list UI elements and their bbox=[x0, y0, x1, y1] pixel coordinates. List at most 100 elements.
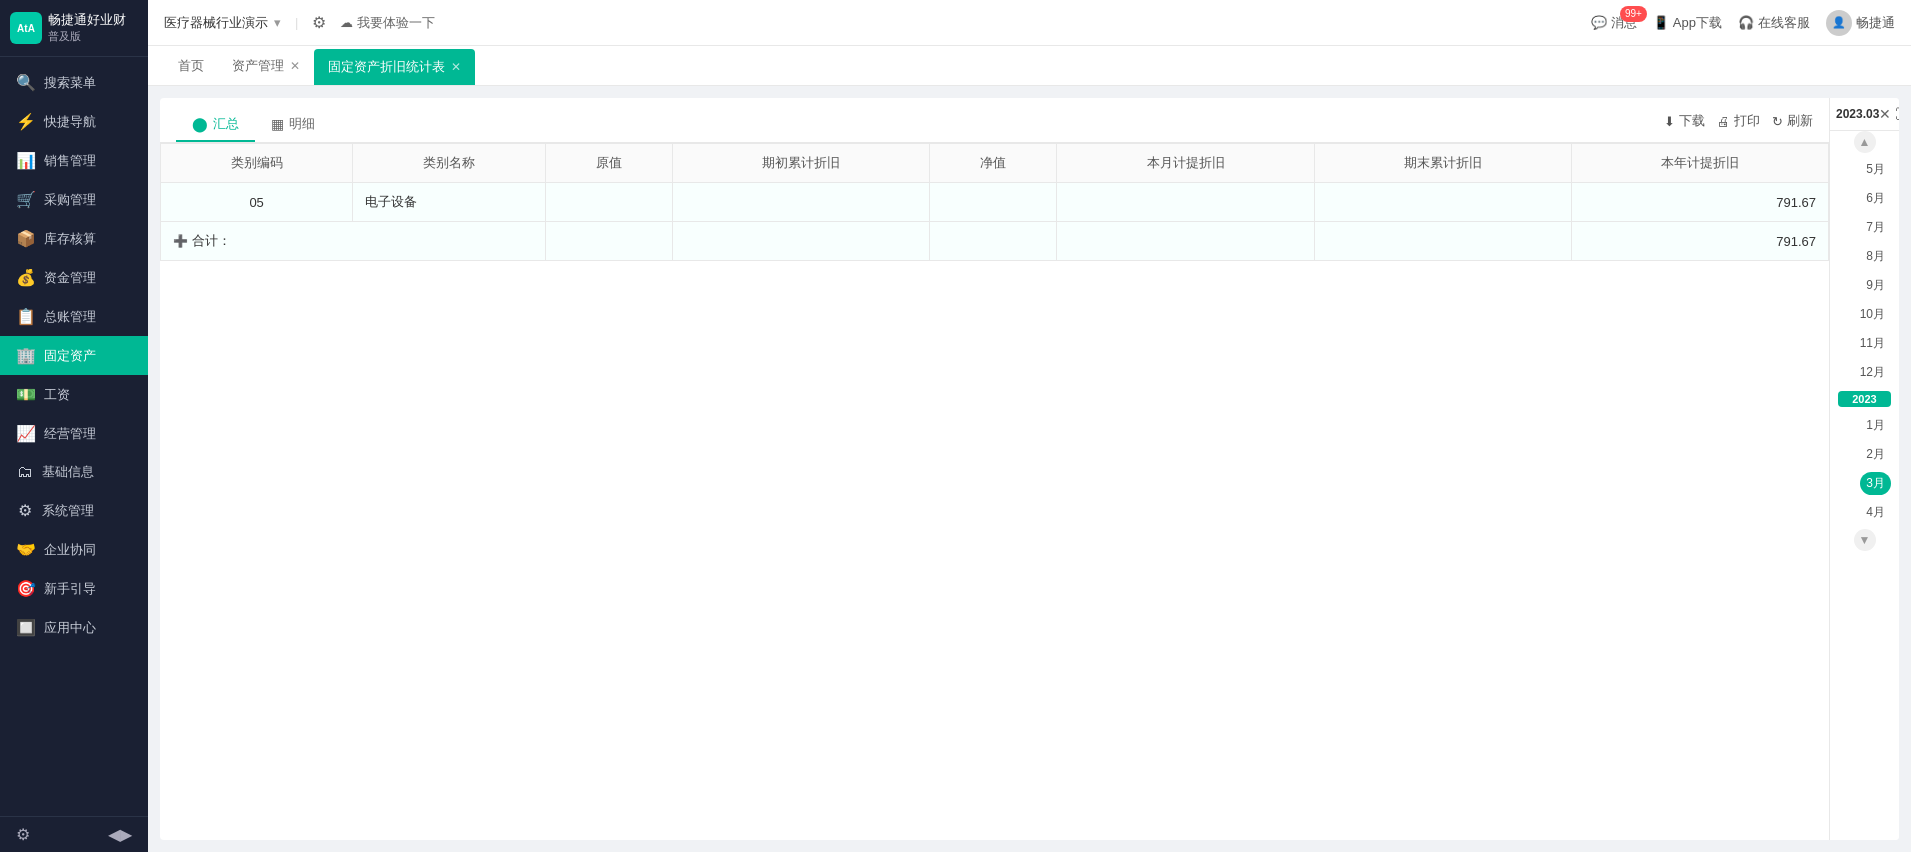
nav-icon-12: 🤝 bbox=[16, 540, 36, 559]
sum-net bbox=[930, 222, 1057, 261]
logo-area: AtA 畅捷通好业财 普及版 bbox=[0, 0, 148, 57]
col-code: 类别编码 bbox=[161, 144, 353, 183]
row-name: 电子设备 bbox=[353, 183, 545, 222]
dropdown-icon: ▾ bbox=[274, 15, 281, 30]
month-1[interactable]: 1月 bbox=[1830, 411, 1899, 440]
month-2[interactable]: 2月 bbox=[1830, 440, 1899, 469]
company-selector[interactable]: 医疗器械行业演示 ▾ bbox=[164, 14, 281, 32]
sidebar-item-系统管理[interactable]: ⚙ 系统管理 bbox=[0, 491, 148, 530]
row-end-accum bbox=[1314, 183, 1571, 222]
row-original bbox=[545, 183, 672, 222]
month-12[interactable]: 12月 bbox=[1830, 358, 1899, 387]
month-6[interactable]: 6月 bbox=[1830, 184, 1899, 213]
col-month-dep: 本月计提折旧 bbox=[1057, 144, 1314, 183]
month-7[interactable]: 7月 bbox=[1830, 213, 1899, 242]
app-download-btn[interactable]: 📱 App下载 bbox=[1653, 14, 1722, 32]
col-net: 净值 bbox=[930, 144, 1057, 183]
sidebar-item-库存核算[interactable]: 📦 库存核算 bbox=[0, 219, 148, 258]
col-init-accum: 期初累计折旧 bbox=[672, 144, 929, 183]
month-10[interactable]: 10月 bbox=[1830, 300, 1899, 329]
tab-home-label: 首页 bbox=[178, 57, 204, 75]
sum-end-accum bbox=[1314, 222, 1571, 261]
sidebar-item-搜索菜单[interactable]: 🔍 搜索菜单 bbox=[0, 63, 148, 102]
sidebar-item-快捷导航[interactable]: ⚡ 快捷导航 bbox=[0, 102, 148, 141]
scroll-up-btn[interactable]: ▲ bbox=[1854, 131, 1876, 153]
tab-asset-close[interactable]: ✕ bbox=[290, 59, 300, 73]
sidebar-item-应用中心[interactable]: 🔲 应用中心 bbox=[0, 608, 148, 647]
content-area: ⬤ 汇总 ▦ 明细 ⬇ 下载 🖨 打印 bbox=[160, 98, 1899, 840]
print-btn[interactable]: 🖨 打印 bbox=[1717, 112, 1760, 130]
nav-label-13: 新手引导 bbox=[44, 580, 96, 598]
date-panel-header: 2023.03 ✕ ⛶ bbox=[1830, 98, 1899, 131]
nav-icon-10: 🗂 bbox=[16, 463, 34, 481]
nav-label-8: 工资 bbox=[44, 386, 70, 404]
sum-label-cell: ➕ 合计： bbox=[161, 222, 546, 261]
nav-icon-11: ⚙ bbox=[16, 501, 34, 520]
sidebar-item-基础信息[interactable]: 🗂 基础信息 bbox=[0, 453, 148, 491]
topbar: 医疗器械行业演示 ▾ | ⚙ ☁ 我要体验一下 💬 消息 99+ 📱 App下载… bbox=[148, 0, 1911, 46]
active-month-label[interactable]: 3月 bbox=[1860, 472, 1891, 495]
sidebar-item-新手引导[interactable]: 🎯 新手引导 bbox=[0, 569, 148, 608]
nav-icon-0: 🔍 bbox=[16, 73, 36, 92]
nav-icon-14: 🔲 bbox=[16, 618, 36, 637]
month-8[interactable]: 8月 bbox=[1830, 242, 1899, 271]
nav-label-3: 采购管理 bbox=[44, 191, 96, 209]
month-9[interactable]: 9月 bbox=[1830, 271, 1899, 300]
col-name: 类别名称 bbox=[353, 144, 545, 183]
message-btn[interactable]: 💬 消息 99+ bbox=[1591, 14, 1637, 32]
sum-original bbox=[545, 222, 672, 261]
tab-detail[interactable]: ▦ 明细 bbox=[255, 108, 331, 142]
topbar-right: 💬 消息 99+ 📱 App下载 🎧 在线客服 👤 畅捷通 bbox=[1591, 10, 1895, 36]
settings-gear-icon[interactable]: ⚙ bbox=[312, 13, 326, 32]
sidebar-item-采购管理[interactable]: 🛒 采购管理 bbox=[0, 180, 148, 219]
tab-depreciation[interactable]: 固定资产折旧统计表 ✕ bbox=[314, 49, 475, 85]
expand-panel-icon[interactable]: ⛶ bbox=[1895, 106, 1899, 122]
summary-icon: ⬤ bbox=[192, 116, 208, 132]
month-3-active[interactable]: 3月 bbox=[1830, 469, 1899, 498]
refresh-btn[interactable]: ↻ 刷新 bbox=[1772, 112, 1813, 130]
sub-tabs: ⬤ 汇总 ▦ 明细 bbox=[176, 108, 331, 142]
nav-icon-7: 🏢 bbox=[16, 346, 36, 365]
user-area[interactable]: 👤 畅捷通 bbox=[1826, 10, 1895, 36]
table-panel: ⬤ 汇总 ▦ 明细 ⬇ 下载 🖨 打印 bbox=[160, 98, 1829, 840]
sidebar-nav: 🔍 搜索菜单⚡ 快捷导航📊 销售管理🛒 采购管理📦 库存核算💰 资金管理📋 总账… bbox=[0, 57, 148, 816]
month-11[interactable]: 11月 bbox=[1830, 329, 1899, 358]
sidebar-bottom: ⚙ ◀▶ bbox=[0, 816, 148, 852]
sidebar-item-企业协同[interactable]: 🤝 企业协同 bbox=[0, 530, 148, 569]
nav-icon-13: 🎯 bbox=[16, 579, 36, 598]
sidebar-item-经营管理[interactable]: 📈 经营管理 bbox=[0, 414, 148, 453]
row-init-accum bbox=[672, 183, 929, 222]
print-icon: 🖨 bbox=[1717, 114, 1730, 129]
nav-icon-9: 📈 bbox=[16, 424, 36, 443]
nav-icon-8: 💵 bbox=[16, 385, 36, 404]
sidebar-item-固定资产[interactable]: 🏢 固定资产 bbox=[0, 336, 148, 375]
experience-btn[interactable]: ☁ 我要体验一下 bbox=[340, 14, 435, 32]
tab-depreciation-close[interactable]: ✕ bbox=[451, 60, 461, 74]
sidebar-item-工资[interactable]: 💵 工资 bbox=[0, 375, 148, 414]
table-row: 05 电子设备 791.67 bbox=[161, 183, 1829, 222]
year-2023-badge: 2023 bbox=[1838, 391, 1891, 407]
col-end-accum: 期末累计折旧 bbox=[1314, 144, 1571, 183]
nav-label-5: 资金管理 bbox=[44, 269, 96, 287]
close-panel-icon[interactable]: ✕ bbox=[1879, 106, 1891, 122]
tab-home[interactable]: 首页 bbox=[164, 49, 218, 85]
tab-summary[interactable]: ⬤ 汇总 bbox=[176, 108, 255, 142]
headset-icon: 🎧 bbox=[1738, 15, 1754, 30]
nav-label-6: 总账管理 bbox=[44, 308, 96, 326]
sidebar-item-销售管理[interactable]: 📊 销售管理 bbox=[0, 141, 148, 180]
settings-icon[interactable]: ⚙ bbox=[16, 825, 30, 844]
date-panel-actions: ✕ ⛶ bbox=[1879, 106, 1899, 122]
nav-label-1: 快捷导航 bbox=[44, 113, 96, 131]
collapse-icon[interactable]: ◀▶ bbox=[108, 825, 132, 844]
scroll-down-btn[interactable]: ▼ bbox=[1854, 529, 1876, 551]
month-4[interactable]: 4月 bbox=[1830, 498, 1899, 527]
cloud-icon: ☁ bbox=[340, 15, 353, 30]
online-service-btn[interactable]: 🎧 在线客服 bbox=[1738, 14, 1810, 32]
sidebar-item-总账管理[interactable]: 📋 总账管理 bbox=[0, 297, 148, 336]
sidebar-item-资金管理[interactable]: 💰 资金管理 bbox=[0, 258, 148, 297]
month-5[interactable]: 5月 bbox=[1830, 155, 1899, 184]
download-btn[interactable]: ⬇ 下载 bbox=[1664, 112, 1705, 130]
tab-depreciation-label: 固定资产折旧统计表 bbox=[328, 58, 445, 76]
tab-asset-mgmt[interactable]: 资产管理 ✕ bbox=[218, 49, 314, 85]
date-panel: 2023.03 ✕ ⛶ ▲ 5月 6月 7月 8月 bbox=[1829, 98, 1899, 840]
